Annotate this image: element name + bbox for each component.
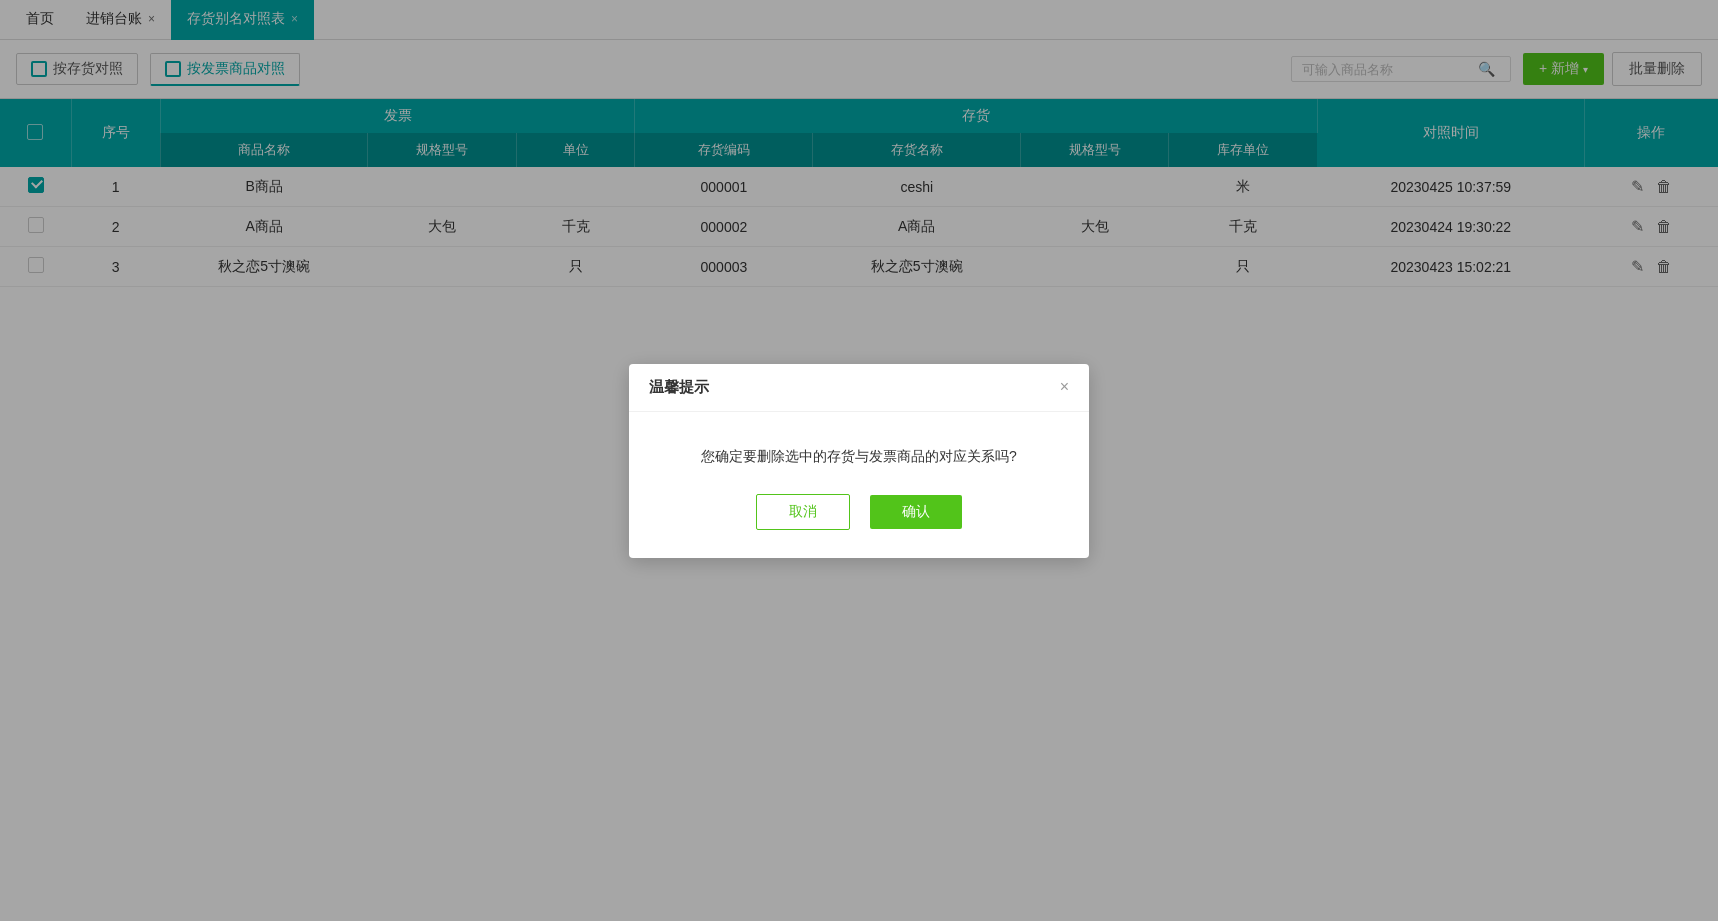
cancel-button[interactable]: 取消	[756, 494, 850, 530]
confirmation-dialog: 温馨提示 × 您确定要删除选中的存货与发票商品的对应关系吗? 取消 确认	[629, 364, 1089, 558]
dialog-title: 温馨提示	[649, 378, 709, 397]
confirm-button[interactable]: 确认	[870, 495, 962, 529]
dialog-footer: 取消 确认	[629, 494, 1089, 558]
dialog-close-button[interactable]: ×	[1060, 378, 1069, 396]
dialog-body: 您确定要删除选中的存货与发票商品的对应关系吗?	[629, 412, 1089, 494]
dialog-message: 您确定要删除选中的存货与发票商品的对应关系吗?	[701, 448, 1017, 464]
dialog-header: 温馨提示 ×	[629, 364, 1089, 412]
dialog-overlay: 温馨提示 × 您确定要删除选中的存货与发票商品的对应关系吗? 取消 确认	[0, 0, 1718, 921]
